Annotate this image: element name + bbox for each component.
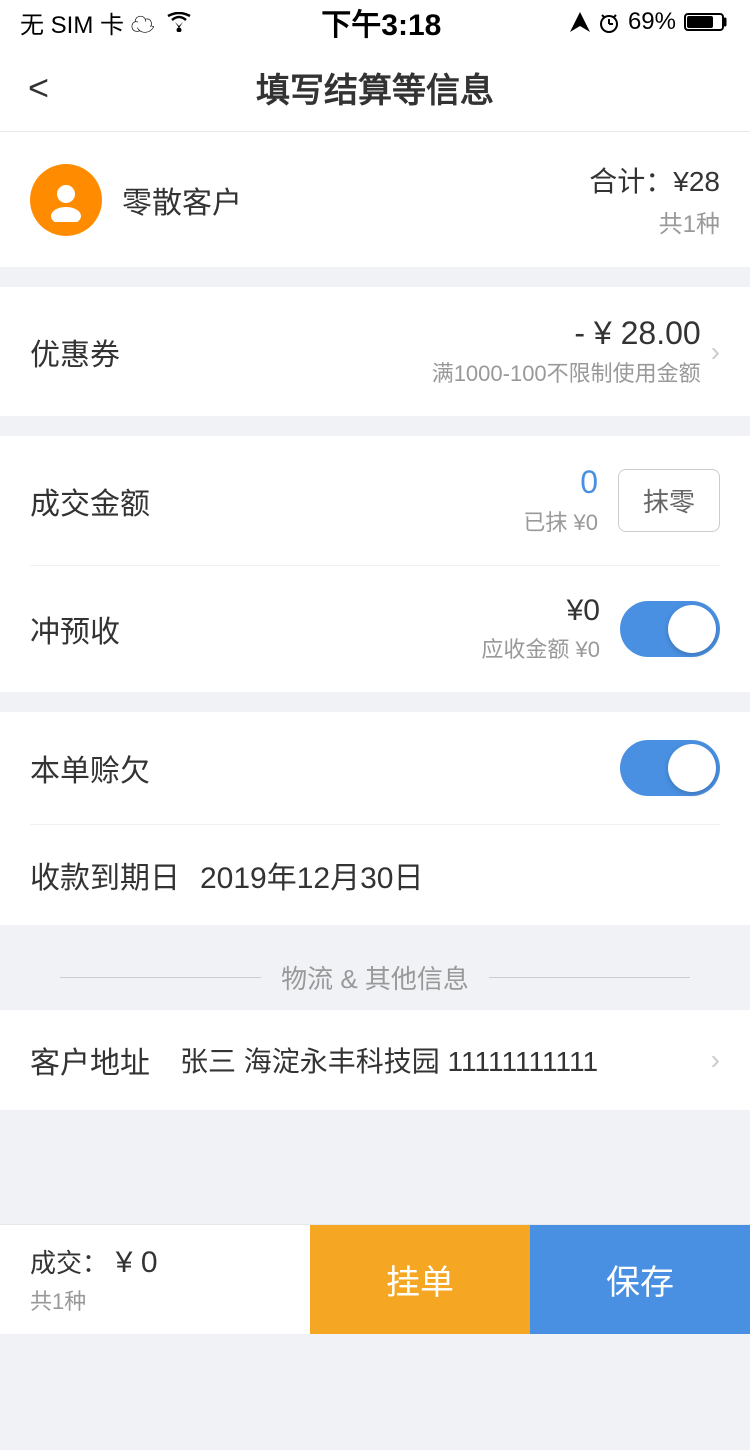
status-left: 无 SIM 卡 ☁ — [20, 5, 193, 40]
prepay-row: 冲预收 ¥0 应收金额 ¥0 — [0, 566, 750, 692]
due-date-row: 收款到期日 2019年12月30日 — [0, 825, 750, 925]
round-button[interactable]: 抹零 — [618, 469, 720, 532]
wifi-icon — [165, 12, 193, 32]
address-chevron-icon: › — [711, 1044, 720, 1076]
customer-count: 共1种 — [589, 204, 720, 239]
address-value: 张三 海淀永丰科技园 11111111111 — [180, 1040, 711, 1080]
customer-row: 零散客户 合计：¥28 共1种 — [0, 132, 750, 267]
due-date-value: 2019年12月30日 — [200, 853, 423, 897]
customer-total: 合计：¥28 — [589, 160, 720, 200]
address-card[interactable]: 客户地址 张三 海淀永丰科技园 11111111111 › — [0, 1010, 750, 1110]
customer-left: 零散客户 — [30, 164, 242, 236]
coupon-card[interactable]: 优惠券 - ¥ 28.00 满1000-100不限制使用金额 › — [0, 287, 750, 416]
battery-percent: 69% — [628, 8, 676, 36]
bottom-buttons: 挂单 保存 — [310, 1225, 750, 1334]
debt-toggle[interactable] — [620, 740, 720, 796]
debt-row: 本单赊欠 — [0, 712, 750, 824]
prepay-right: ¥0 应收金额 ¥0 — [481, 594, 720, 664]
coupon-label: 优惠券 — [30, 330, 120, 374]
battery-icon — [684, 11, 730, 33]
status-right: 69% — [570, 8, 730, 36]
debt-card: 本单赊欠 收款到期日 2019年12月30日 — [0, 712, 750, 925]
bottom-deal-row: 成交： ¥ 0 — [30, 1243, 280, 1280]
transaction-right: 0 已抹 ¥0 抹零 — [523, 464, 720, 537]
back-button[interactable]: < — [28, 67, 49, 109]
coupon-right: - ¥ 28.00 满1000-100不限制使用金额 › — [432, 315, 720, 388]
prepay-label: 冲预收 — [30, 607, 120, 651]
coupon-desc: 满1000-100不限制使用金额 — [432, 356, 701, 388]
save-button[interactable]: 保存 — [530, 1225, 750, 1334]
coupon-chevron-icon: › — [711, 336, 720, 368]
customer-summary: 合计：¥28 共1种 — [589, 160, 720, 239]
due-date-label: 收款到期日 — [30, 853, 180, 897]
alarm-icon — [598, 11, 620, 33]
transaction-sub: 已抹 ¥0 — [523, 505, 598, 537]
prepay-sub: 应收金额 ¥0 — [481, 632, 600, 664]
bottom-count: 共1种 — [30, 1284, 280, 1316]
customer-card: 零散客户 合计：¥28 共1种 — [0, 132, 750, 267]
logistics-divider: 物流 & 其他信息 — [0, 945, 750, 1010]
debt-label: 本单赊欠 — [30, 746, 150, 790]
address-label: 客户地址 — [30, 1038, 150, 1082]
bottom-deal-value: ¥ 0 — [116, 1246, 158, 1279]
status-time: 下午3:18 — [321, 0, 441, 44]
person-icon — [44, 178, 88, 222]
customer-name: 零散客户 — [122, 178, 242, 222]
transaction-row: 成交金额 0 已抹 ¥0 抹零 — [0, 436, 750, 565]
customer-avatar — [30, 164, 102, 236]
coupon-amount: - ¥ 28.00 — [432, 315, 701, 352]
page-title: 填写结算等信息 — [256, 63, 494, 112]
nav-bar: < 填写结算等信息 — [0, 44, 750, 132]
bottom-deal-label: 成交： — [30, 1248, 108, 1278]
debt-toggle-knob — [668, 744, 716, 792]
sim-status: 无 SIM 卡 ☁ — [20, 5, 155, 40]
prepay-toggle[interactable] — [620, 601, 720, 657]
bottom-left: 成交： ¥ 0 共1种 — [0, 1243, 310, 1316]
transaction-value: 0 — [523, 464, 598, 501]
logistics-section-label: 物流 & 其他信息 — [281, 959, 469, 996]
coupon-row[interactable]: 优惠券 - ¥ 28.00 满1000-100不限制使用金额 › — [0, 287, 750, 416]
location-icon — [570, 10, 590, 34]
toggle-knob — [668, 605, 716, 653]
prepay-amount: ¥0 — [481, 594, 600, 628]
transaction-label: 成交金额 — [30, 479, 150, 523]
pending-button[interactable]: 挂单 — [310, 1225, 530, 1334]
bottom-bar: 成交： ¥ 0 共1种 挂单 保存 — [0, 1224, 750, 1334]
transaction-section: 成交金额 0 已抹 ¥0 抹零 冲预收 ¥0 应收金额 ¥0 — [0, 436, 750, 692]
address-row[interactable]: 客户地址 张三 海淀永丰科技园 11111111111 › — [0, 1010, 750, 1110]
status-bar: 无 SIM 卡 ☁ 下午3:18 69% — [0, 0, 750, 44]
